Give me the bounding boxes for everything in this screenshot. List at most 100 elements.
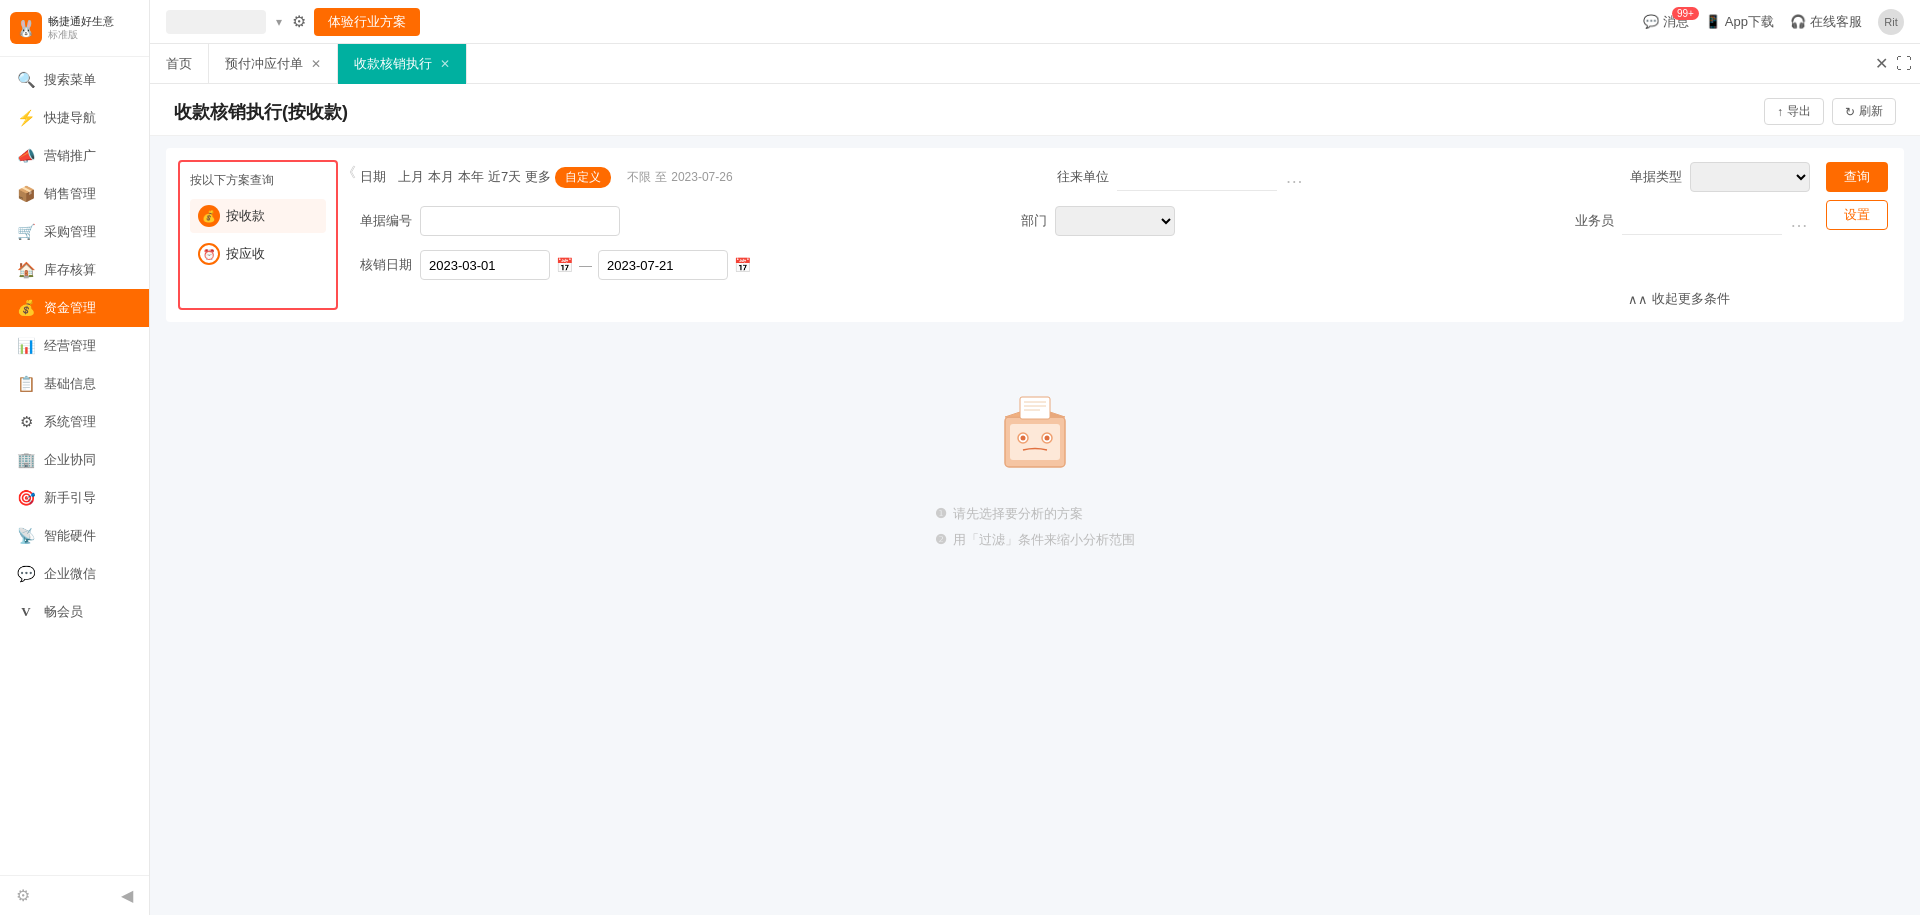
logo-text: 畅捷通好生意 <box>48 14 114 28</box>
refresh-button[interactable]: ↻ 刷新 <box>1832 98 1896 125</box>
gear-icon[interactable]: ⚙ <box>292 12 306 31</box>
sidebar-item-sales[interactable]: 📦 销售管理 <box>0 175 149 213</box>
tab-close-receipt-offset[interactable]: ✕ <box>440 57 450 71</box>
purchase-icon: 🛒 <box>16 223 36 241</box>
dept-label: 部门 <box>1021 212 1047 230</box>
sidebar-item-quick-nav[interactable]: ⚡ 快捷导航 <box>0 99 149 137</box>
sidebar-nav: 🔍 搜索菜单 ⚡ 快捷导航 📣 营销推广 📦 销售管理 🛒 采购管理 🏠 库存核… <box>0 57 149 875</box>
doc-no-label: 单据编号 <box>360 212 412 230</box>
tab-home[interactable]: 首页 <box>150 44 209 84</box>
offset-date-filter-group: 核销日期 📅 — 📅 <box>360 250 751 280</box>
dept-select[interactable] <box>1055 206 1175 236</box>
message-button[interactable]: 💬 消息 99+ <box>1643 13 1689 31</box>
guide-icon: 🎯 <box>16 489 36 507</box>
partner-input[interactable] <box>1117 163 1277 191</box>
filter-selector-title: 按以下方案查询 <box>190 172 326 189</box>
more-date-btn[interactable]: 更多 <box>525 168 551 186</box>
maximize-tab-button[interactable]: ⛶ <box>1896 55 1912 73</box>
message-badge: 99+ <box>1672 7 1699 20</box>
sidebar-item-basic-info[interactable]: 📋 基础信息 <box>0 365 149 403</box>
setting-button[interactable]: 设置 <box>1826 200 1888 230</box>
filter-option-by-receipt[interactable]: 💰 按收款 <box>190 199 326 233</box>
sidebar-item-wechat[interactable]: 💬 企业微信 <box>0 555 149 593</box>
this-month-btn[interactable]: 本月 <box>428 168 454 186</box>
filter-action-buttons: 查询 设置 <box>1810 148 1904 322</box>
calendar-start-icon[interactable]: 📅 <box>556 257 573 273</box>
member-icon: V <box>16 604 36 620</box>
header-left: ▾ ⚙ 体验行业方案 <box>166 8 420 36</box>
tabs-actions: ✕ ⛶ <box>1875 54 1920 73</box>
sidebar-item-member[interactable]: V 畅会员 <box>0 593 149 631</box>
tabs-bar: 首页 预付冲应付单 ✕ 收款核销执行 ✕ ✕ ⛶ <box>150 44 1920 84</box>
filter-row-2: 单据编号 部门 业务员 <box>360 206 1810 236</box>
sidebar-item-search[interactable]: 🔍 搜索菜单 <box>0 61 149 99</box>
empty-hint-2: ❷ 用「过滤」条件来缩小分析范围 <box>935 527 1135 553</box>
filter-row-3: 核销日期 📅 — 📅 <box>360 250 1810 280</box>
tab-close-prepay[interactable]: ✕ <box>311 57 321 71</box>
partner-more-icon[interactable]: … <box>1285 167 1305 188</box>
settings-icon[interactable]: ⚙ <box>16 886 30 905</box>
empty-robot-svg <box>980 382 1090 482</box>
query-button[interactable]: 查询 <box>1826 162 1888 192</box>
export-button[interactable]: ↑ 导出 <box>1764 98 1824 125</box>
sales-icon: 📦 <box>16 185 36 203</box>
empty-hints: ❶ 请先选择要分析的方案 ❷ 用「过滤」条件来缩小分析范围 <box>935 501 1135 553</box>
filter-option-by-receivable[interactable]: ⏰ 按应收 <box>190 237 326 271</box>
finance-icon: 💰 <box>16 299 36 317</box>
collapse-left-button[interactable]: 《 <box>338 148 360 322</box>
sidebar-item-operations[interactable]: 📊 经营管理 <box>0 327 149 365</box>
date-buttons: 上月 本月 本年 近7天 更多 自定义 <box>398 167 611 188</box>
doc-type-select[interactable] <box>1690 162 1810 192</box>
sidebar-item-enterprise[interactable]: 🏢 企业协同 <box>0 441 149 479</box>
staff-more-icon[interactable]: … <box>1790 211 1810 232</box>
calendar-end-icon[interactable]: 📅 <box>734 257 751 273</box>
industry-plan-button[interactable]: 体验行业方案 <box>314 8 420 36</box>
user-profile-button[interactable]: Rit <box>1878 9 1904 35</box>
sidebar-item-purchase[interactable]: 🛒 采购管理 <box>0 213 149 251</box>
tab-prepay[interactable]: 预付冲应付单 ✕ <box>209 44 338 84</box>
search-icon: 🔍 <box>16 71 36 89</box>
app-icon: 📱 <box>1705 14 1721 29</box>
collapse-more-button[interactable]: ∧∧ 收起更多条件 <box>1628 290 1730 308</box>
offset-date-start-input[interactable] <box>420 250 550 280</box>
header-right: 💬 消息 99+ 📱 App下载 🎧 在线客服 Rit <box>1643 9 1904 35</box>
sidebar: 🐰 畅捷通好生意 标准版 🔍 搜索菜单 ⚡ 快捷导航 📣 营销推广 📦 销售管理… <box>0 0 150 915</box>
message-icon: 💬 <box>1643 14 1659 29</box>
hint-num-1: ❶ <box>935 501 947 527</box>
offset-date-end-input[interactable] <box>598 250 728 280</box>
sidebar-item-marketing[interactable]: 📣 营销推广 <box>0 137 149 175</box>
partner-label: 往来单位 <box>1057 168 1109 186</box>
collapse-sidebar-icon[interactable]: ◀ <box>121 886 133 905</box>
doc-no-input[interactable] <box>420 206 620 236</box>
sidebar-item-hardware[interactable]: 📡 智能硬件 <box>0 517 149 555</box>
last-month-btn[interactable]: 上月 <box>398 168 424 186</box>
page-title: 收款核销执行(按收款) <box>174 100 348 124</box>
export-icon: ↑ <box>1777 105 1783 119</box>
staff-input[interactable] <box>1622 207 1782 235</box>
sidebar-item-inventory[interactable]: 🏠 库存核算 <box>0 251 149 289</box>
doc-type-label: 单据类型 <box>1630 168 1682 186</box>
online-service-button[interactable]: 🎧 在线客服 <box>1790 13 1862 31</box>
sidebar-item-guide[interactable]: 🎯 新手引导 <box>0 479 149 517</box>
page-title-bar: 收款核销执行(按收款) ↑ 导出 ↻ 刷新 <box>150 84 1920 136</box>
date-label: 日期 <box>360 168 390 186</box>
system-icon: ⚙ <box>16 413 36 431</box>
last-7-days-btn[interactable]: 近7天 <box>488 168 521 186</box>
sidebar-item-finance[interactable]: 💰 资金管理 <box>0 289 149 327</box>
chevron-up-icon: ∧∧ <box>1628 292 1648 307</box>
sidebar-item-system[interactable]: ⚙ 系统管理 <box>0 403 149 441</box>
collapse-more-row: ∧∧ 收起更多条件 <box>360 290 1810 308</box>
this-year-btn[interactable]: 本年 <box>458 168 484 186</box>
partner-filter-group: 往来单位 … <box>1057 163 1305 191</box>
app-download-button[interactable]: 📱 App下载 <box>1705 13 1774 31</box>
empty-hint-1: ❶ 请先选择要分析的方案 <box>935 501 1135 527</box>
doc-type-filter-group: 单据类型 <box>1630 162 1810 192</box>
staff-filter-group: 业务员 … <box>1575 207 1810 235</box>
doc-no-filter-group: 单据编号 <box>360 206 620 236</box>
custom-date-btn[interactable]: 自定义 <box>555 167 611 188</box>
offset-date-label: 核销日期 <box>360 256 412 274</box>
tab-receipt-offset[interactable]: 收款核销执行 ✕ <box>338 44 467 84</box>
svg-rect-3 <box>1010 424 1060 460</box>
close-tab-button[interactable]: ✕ <box>1875 54 1888 73</box>
svg-point-7 <box>1045 436 1050 441</box>
